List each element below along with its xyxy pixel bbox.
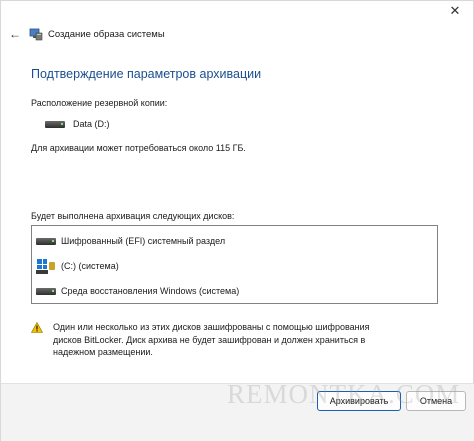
close-icon: ✕	[449, 3, 461, 18]
system-drive-locked-icon	[36, 258, 56, 274]
back-arrow-icon: ←	[9, 27, 21, 41]
archive-button[interactable]: Архивировать	[317, 391, 401, 411]
drive-icon	[36, 287, 56, 295]
disks-label: Будет выполнена архивация следующих диск…	[31, 211, 235, 221]
window-title: Создание образа системы	[48, 29, 165, 40]
disk-label: Среда восстановления Windows (система)	[61, 286, 240, 296]
disks-list[interactable]: Шифрованный (EFI) системный раздел (C:) …	[31, 225, 438, 304]
dialog-window: ✕ ← Создание образа системы Подтверждени…	[0, 0, 474, 441]
bitlocker-warning: Один или несколько из этих дисков зашифр…	[31, 321, 441, 359]
dialog-footer: Архивировать Отмена	[1, 383, 474, 441]
cancel-button[interactable]: Отмена	[406, 391, 466, 411]
system-image-icon	[29, 28, 43, 41]
title-bar: ✕	[1, 1, 474, 21]
backup-drive: Data (D:)	[45, 117, 110, 131]
page-heading: Подтверждение параметров архивации	[31, 67, 262, 81]
backup-drive-label: Data (D:)	[73, 119, 110, 129]
space-required-text: Для архивации может потребоваться около …	[31, 143, 246, 153]
warning-text: Один или несколько из этих дисков зашифр…	[53, 322, 370, 357]
list-item: (C:) (система)	[36, 258, 119, 274]
back-button[interactable]: ←	[7, 26, 23, 42]
drive-icon	[36, 237, 56, 245]
close-button[interactable]: ✕	[443, 2, 467, 20]
list-item: Шифрованный (EFI) системный раздел	[36, 233, 225, 249]
navigation-bar: ← Создание образа системы	[1, 23, 474, 47]
list-item: Среда восстановления Windows (система)	[36, 283, 239, 299]
drive-icon	[45, 120, 65, 128]
disk-label: (C:) (система)	[61, 261, 119, 271]
backup-location-label: Расположение резервной копии:	[31, 98, 168, 108]
disk-label: Шифрованный (EFI) системный раздел	[61, 236, 226, 246]
warning-icon	[31, 322, 43, 333]
